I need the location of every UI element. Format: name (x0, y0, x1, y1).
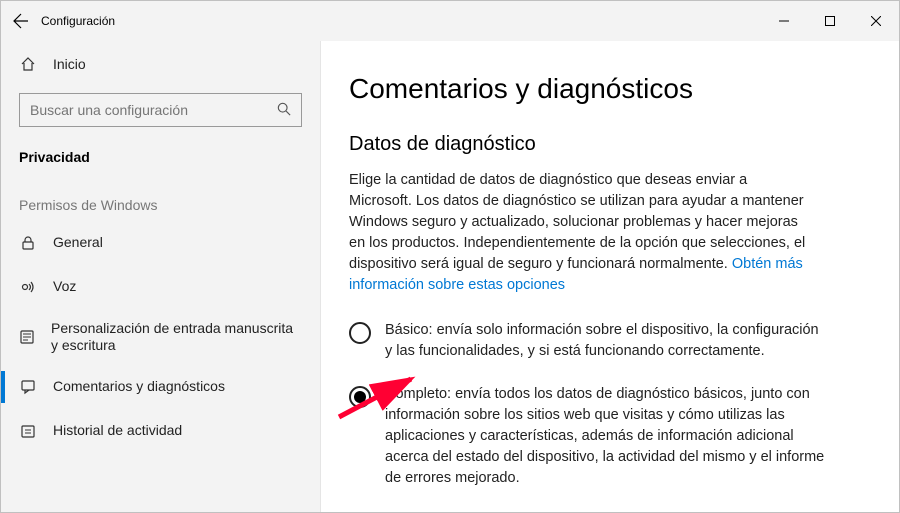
arrow-left-icon (13, 13, 29, 29)
settings-window: Configuración Inicio Privacidad Permisos… (0, 0, 900, 513)
page-title: Comentarios y diagnósticos (349, 73, 871, 105)
minimize-icon (779, 16, 789, 26)
sidebar-item-general[interactable]: General (19, 221, 302, 265)
sidebar-item-feedback[interactable]: Comentarios y diagnósticos (19, 365, 302, 409)
sidebar-category: Privacidad (19, 139, 302, 191)
search-box[interactable] (19, 93, 302, 127)
body: Inicio Privacidad Permisos de Windows Ge… (1, 41, 899, 512)
radio-icon (349, 386, 371, 408)
close-icon (871, 16, 881, 26)
search-input[interactable] (30, 102, 277, 118)
search-icon (277, 102, 291, 119)
sidebar-section: Permisos de Windows (19, 191, 302, 221)
voice-icon (19, 279, 37, 295)
back-button[interactable] (1, 1, 41, 41)
sidebar-item-label: Historial de actividad (53, 422, 182, 440)
sidebar-item-voice[interactable]: Voz (19, 265, 302, 309)
history-icon (19, 423, 37, 439)
home-icon (19, 56, 37, 72)
content-pane: Comentarios y diagnósticos Datos de diag… (321, 41, 899, 512)
sidebar-item-label: Personalización de entrada manuscrita y … (51, 320, 302, 355)
inking-icon (19, 329, 35, 345)
radio-label: Completo: envía todos los datos de diagn… (385, 384, 829, 489)
window-title: Configuración (41, 14, 115, 28)
diagnostic-radio-group: Básico: envía solo información sobre el … (349, 320, 829, 489)
sidebar-item-label: Voz (53, 278, 76, 296)
titlebar: Configuración (1, 1, 899, 41)
radio-option-full[interactable]: Completo: envía todos los datos de diagn… (349, 384, 829, 489)
sidebar-home-label: Inicio (53, 56, 86, 72)
close-button[interactable] (853, 1, 899, 41)
radio-option-basic[interactable]: Básico: envía solo información sobre el … (349, 320, 829, 362)
section-title: Datos de diagnóstico (349, 133, 871, 156)
maximize-icon (825, 16, 835, 26)
radio-label: Básico: envía solo información sobre el … (385, 320, 829, 362)
feedback-icon (19, 379, 37, 395)
sidebar-home[interactable]: Inicio (19, 41, 302, 87)
sidebar-item-label: Comentarios y diagnósticos (53, 378, 225, 396)
maximize-button[interactable] (807, 1, 853, 41)
radio-icon (349, 322, 371, 344)
sidebar-item-activity[interactable]: Historial de actividad (19, 409, 302, 453)
minimize-button[interactable] (761, 1, 807, 41)
lock-icon (19, 235, 37, 251)
section-description: Elige la cantidad de datos de diagnóstic… (349, 170, 809, 296)
sidebar: Inicio Privacidad Permisos de Windows Ge… (1, 41, 321, 512)
window-controls (761, 1, 899, 41)
sidebar-item-inking[interactable]: Personalización de entrada manuscrita y … (19, 309, 302, 365)
sidebar-item-label: General (53, 234, 103, 252)
